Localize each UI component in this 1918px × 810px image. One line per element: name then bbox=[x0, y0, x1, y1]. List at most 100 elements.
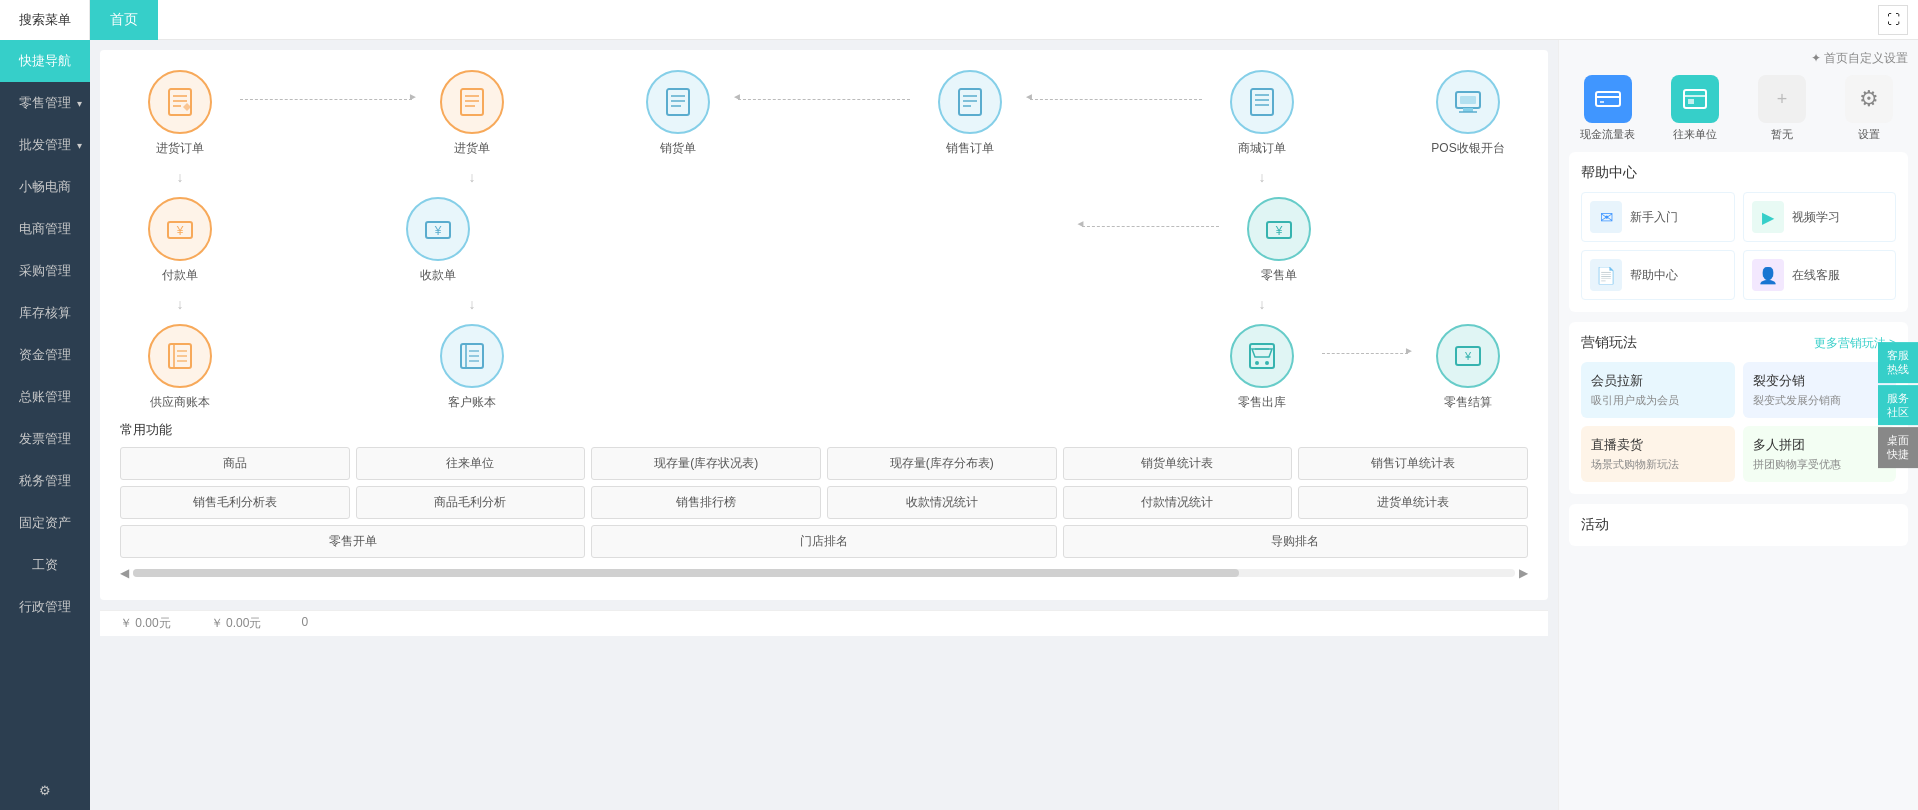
sidebar-gear-button[interactable]: ⚙ bbox=[0, 771, 90, 810]
func-btn-order-stats[interactable]: 销售订单统计表 bbox=[1298, 447, 1528, 480]
sidebar-item-finance[interactable]: 资金管理 bbox=[0, 334, 90, 376]
node-retail-settlement-icon: ¥ bbox=[1436, 324, 1500, 388]
right-panel: ✦ 首页自定义设置 现金流量表 往来单位 + 暂无 bbox=[1558, 40, 1918, 810]
node-pos-label: POS收银开台 bbox=[1431, 140, 1504, 157]
quick-nav-card: 进货订单 ► 进货单 bbox=[100, 50, 1548, 600]
sidebar-item-invoice[interactable]: 发票管理 bbox=[0, 418, 90, 460]
sidebar-item-ledger[interactable]: 总账管理 bbox=[0, 376, 90, 418]
sidebar-item-ecommerce[interactable]: 电商管理 bbox=[0, 208, 90, 250]
common-functions: 常用功能 商品 往来单位 现存量(库存状况表) 现存量(库存分布表) 销货单统计… bbox=[120, 421, 1528, 558]
svg-text:¥: ¥ bbox=[1275, 224, 1283, 238]
func-btn-sales-stats[interactable]: 销货单统计表 bbox=[1063, 447, 1293, 480]
node-pos-open[interactable]: POS收银开台 bbox=[1408, 70, 1528, 157]
quick-icon-none[interactable]: + 暂无 bbox=[1744, 75, 1821, 142]
help-item-beginner[interactable]: ✉ 新手入门 bbox=[1581, 192, 1735, 242]
scroll-left-icon[interactable]: ◀ bbox=[120, 566, 129, 580]
svg-rect-4 bbox=[461, 89, 483, 115]
quick-icon-settings[interactable]: ⚙ 设置 bbox=[1831, 75, 1908, 142]
node-pos-icon bbox=[1436, 70, 1500, 134]
func-btn-goods[interactable]: 商品 bbox=[120, 447, 350, 480]
func-grid-row2: 销售毛利分析表 商品毛利分析 销售排行榜 收款情况统计 付款情况统计 进货单统计… bbox=[120, 486, 1528, 519]
svg-point-41 bbox=[1255, 361, 1259, 365]
node-retail-bill[interactable]: ¥ 零售单 bbox=[1219, 197, 1339, 284]
scroll-right-icon[interactable]: ▶ bbox=[1519, 566, 1528, 580]
sidebar-item-ecommerce-small[interactable]: 小畅电商 bbox=[0, 166, 90, 208]
node-payment[interactable]: ¥ 付款单 bbox=[120, 197, 240, 284]
marketing-member-title: 会员拉新 bbox=[1591, 372, 1725, 390]
func-btn-sales-rank[interactable]: 销售排行榜 bbox=[591, 486, 821, 519]
func-btn-inventory-status[interactable]: 现存量(库存状况表) bbox=[591, 447, 821, 480]
float-btn-community[interactable]: 服务社区 bbox=[1878, 385, 1918, 426]
node-purchase-order-icon bbox=[148, 70, 212, 134]
sidebar-item-purchase[interactable]: 采购管理 bbox=[0, 250, 90, 292]
marketing-group-title: 多人拼团 bbox=[1753, 436, 1887, 454]
node-supplier-account[interactable]: 供应商账本 bbox=[120, 324, 240, 411]
svg-text:¥: ¥ bbox=[1464, 350, 1472, 362]
svg-rect-8 bbox=[667, 89, 689, 115]
sidebar-item-admin[interactable]: 行政管理 bbox=[0, 586, 90, 628]
scroll-bar: ◀ ▶ bbox=[120, 566, 1528, 580]
node-receipt-label: 收款单 bbox=[420, 267, 456, 284]
node-sales-bill[interactable]: 销货单 bbox=[618, 70, 738, 157]
node-retail-settlement[interactable]: ¥ 零售结算 bbox=[1408, 324, 1528, 411]
sidebar-item-wholesale[interactable]: 批发管理 bbox=[0, 124, 90, 166]
quick-icon-cashflow[interactable]: 现金流量表 bbox=[1569, 75, 1646, 142]
scroll-track[interactable] bbox=[133, 569, 1515, 577]
help-center-icon: 📄 bbox=[1590, 259, 1622, 291]
marketing-item-live[interactable]: 直播卖货 场景式购物新玩法 bbox=[1581, 426, 1735, 482]
marketing-title: 营销玩法 bbox=[1581, 334, 1637, 352]
func-grid-row1: 商品 往来单位 现存量(库存状况表) 现存量(库存分布表) 销货单统计表 销售订… bbox=[120, 447, 1528, 480]
float-btn-desktop[interactable]: 桌面快捷 bbox=[1878, 427, 1918, 468]
none-icon-box: + bbox=[1758, 75, 1806, 123]
help-center-title: 帮助中心 bbox=[1581, 164, 1896, 182]
sidebar-item-retail[interactable]: 零售管理 bbox=[0, 82, 90, 124]
sidebar-item-inventory[interactable]: 库存核算 bbox=[0, 292, 90, 334]
sidebar-item-assets[interactable]: 固定资产 bbox=[0, 502, 90, 544]
node-retail-outbound[interactable]: 零售出库 bbox=[1202, 324, 1322, 411]
svg-rect-40 bbox=[1250, 344, 1274, 368]
node-purchase-order[interactable]: 进货订单 bbox=[120, 70, 240, 157]
func-btn-receipt-stats[interactable]: 收款情况统计 bbox=[827, 486, 1057, 519]
func-btn-retail-order[interactable]: 零售开单 bbox=[120, 525, 585, 558]
node-receipt[interactable]: ¥ 收款单 bbox=[378, 197, 498, 284]
marketing-item-fission[interactable]: 裂变分销 裂变式发展分销商 bbox=[1743, 362, 1897, 418]
func-btn-store-rank[interactable]: 门店排名 bbox=[591, 525, 1056, 558]
sidebar-item-payroll[interactable]: 工资 bbox=[0, 544, 90, 586]
marketing-item-group[interactable]: 多人拼团 拼团购物享受优惠 bbox=[1743, 426, 1897, 482]
main-panel: 进货订单 ► 进货单 bbox=[90, 40, 1558, 810]
func-btn-payment-stats[interactable]: 付款情况统计 bbox=[1063, 486, 1293, 519]
func-btn-partners[interactable]: 往来单位 bbox=[356, 447, 586, 480]
node-customer-account[interactable]: 客户账本 bbox=[412, 324, 532, 411]
node-receipt-icon: ¥ bbox=[406, 197, 470, 261]
help-item-service[interactable]: 👤 在线客服 bbox=[1743, 250, 1897, 300]
quick-icon-partners[interactable]: 往来单位 bbox=[1656, 75, 1733, 142]
func-btn-sales-profit[interactable]: 销售毛利分析表 bbox=[120, 486, 350, 519]
node-mall-order[interactable]: 商城订单 bbox=[1202, 70, 1322, 157]
marketing-item-member[interactable]: 会员拉新 吸引用户成为会员 bbox=[1581, 362, 1735, 418]
help-item-video[interactable]: ▶ 视频学习 bbox=[1743, 192, 1897, 242]
sidebar-item-quick-nav[interactable]: 快捷导航 bbox=[0, 40, 90, 82]
settings-icon-box: ⚙ bbox=[1845, 75, 1893, 123]
svg-text:¥: ¥ bbox=[433, 224, 441, 238]
sidebar-item-tax[interactable]: 税务管理 bbox=[0, 460, 90, 502]
hint-1: ￥ 0.00元 bbox=[120, 615, 171, 632]
marketing-member-desc: 吸引用户成为会员 bbox=[1591, 393, 1725, 408]
func-btn-guide-rank[interactable]: 导购排名 bbox=[1063, 525, 1528, 558]
fullscreen-button[interactable]: ⛶ bbox=[1878, 5, 1908, 35]
help-item-center[interactable]: 📄 帮助中心 bbox=[1581, 250, 1735, 300]
node-sales-order[interactable]: 销售订单 bbox=[910, 70, 1030, 157]
node-purchase-bill[interactable]: 进货单 bbox=[412, 70, 532, 157]
func-btn-inventory-dist[interactable]: 现存量(库存分布表) bbox=[827, 447, 1057, 480]
func-btn-purchase-stats[interactable]: 进货单统计表 bbox=[1298, 486, 1528, 519]
homepage-settings-link[interactable]: ✦ 首页自定义设置 bbox=[1569, 50, 1908, 67]
scroll-thumb bbox=[133, 569, 1239, 577]
tab-home[interactable]: 首页 bbox=[90, 0, 158, 40]
search-menu-button[interactable]: 搜索菜单 bbox=[0, 0, 90, 40]
node-mall-order-label: 商城订单 bbox=[1238, 140, 1286, 157]
help-center-section: 帮助中心 ✉ 新手入门 ▶ 视频学习 📄 帮助中心 👤 bbox=[1569, 152, 1908, 312]
float-btn-service[interactable]: 客服热线 bbox=[1878, 342, 1918, 383]
flow-chart: 进货订单 ► 进货单 bbox=[120, 70, 1528, 411]
help-grid: ✉ 新手入门 ▶ 视频学习 📄 帮助中心 👤 在线客服 bbox=[1581, 192, 1896, 300]
func-btn-goods-profit[interactable]: 商品毛利分析 bbox=[356, 486, 586, 519]
node-purchase-order-label: 进货订单 bbox=[156, 140, 204, 157]
